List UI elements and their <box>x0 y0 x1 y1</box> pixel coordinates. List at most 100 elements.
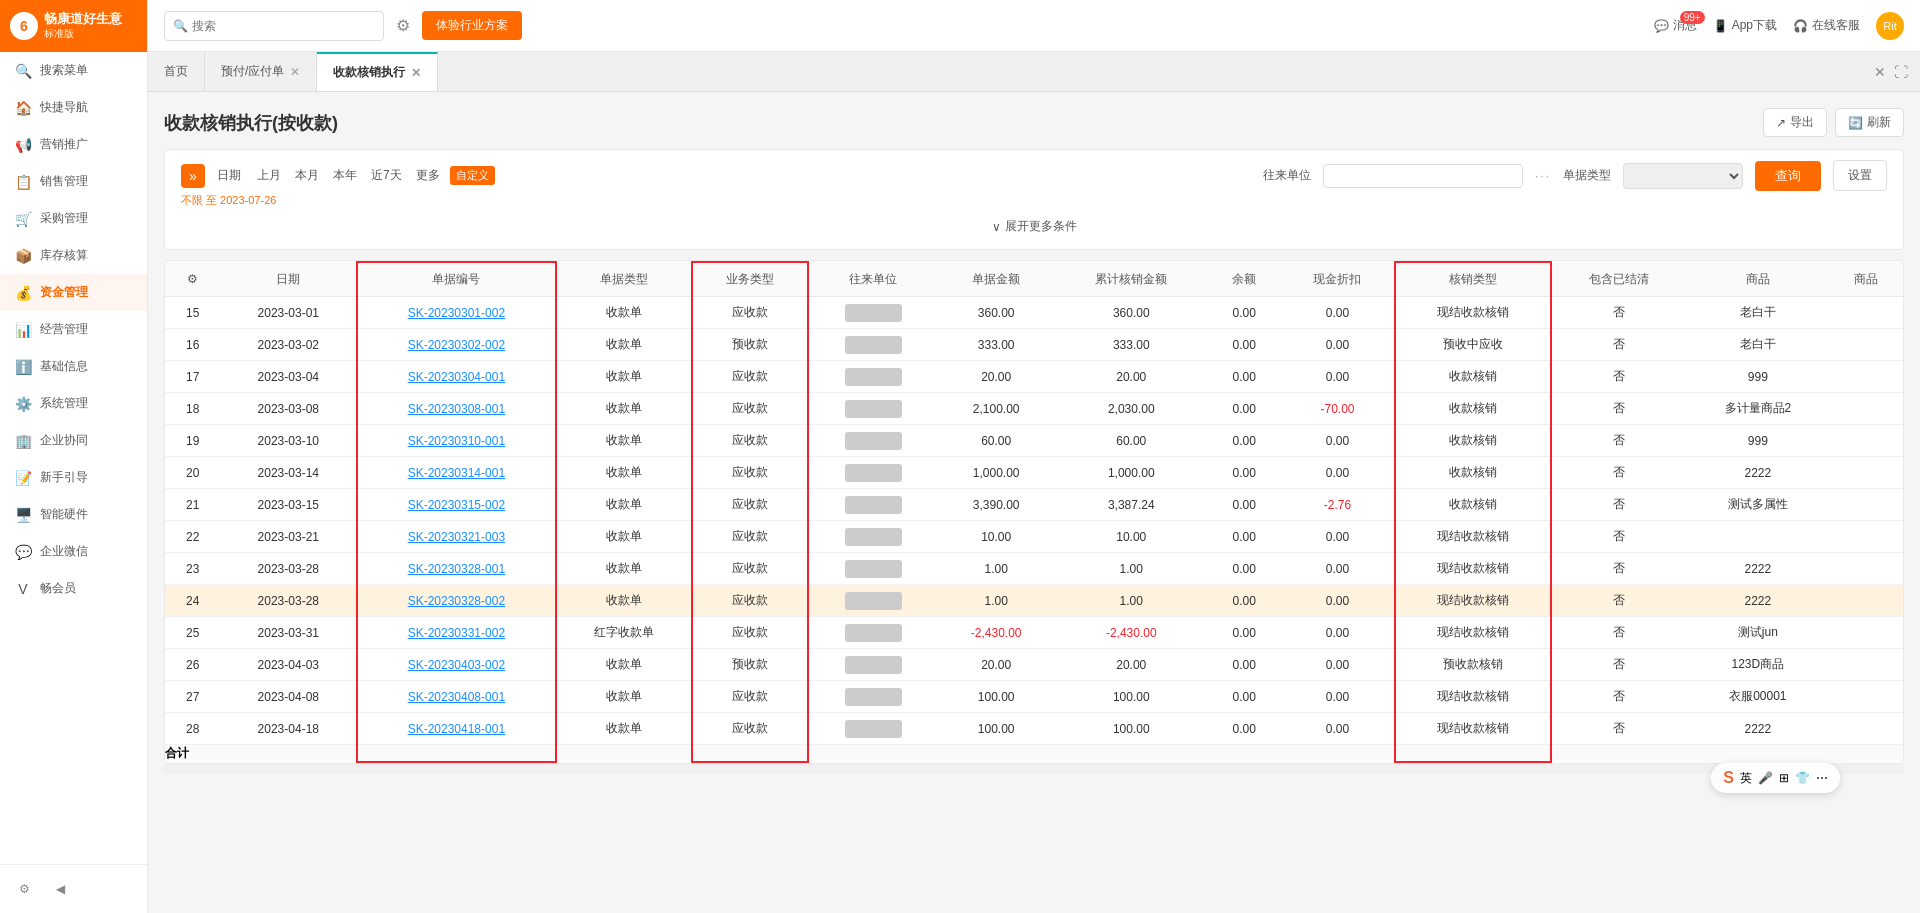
cell-doc-no[interactable]: SK-20230315-002 <box>357 489 555 521</box>
cell-doc-type: 收款单 <box>556 649 692 681</box>
cell-doc-no[interactable]: SK-20230301-002 <box>357 297 555 329</box>
cell-doc-no[interactable]: SK-20230418-001 <box>357 713 555 745</box>
tab-home[interactable]: 首页 <box>148 52 205 91</box>
date-last-month[interactable]: 上月 <box>253 165 285 186</box>
app-download-btn[interactable]: 📱 App下载 <box>1713 17 1777 34</box>
sidebar-item-basic[interactable]: ℹ️ 基础信息 <box>0 348 147 385</box>
sidebar-item-search[interactable]: 🔍 搜索菜单 <box>0 52 147 89</box>
cell-doc-no[interactable]: SK-20230310-001 <box>357 425 555 457</box>
cell-doc-no[interactable]: SK-20230403-002 <box>357 649 555 681</box>
cell-goods2 <box>1830 361 1903 393</box>
export-button[interactable]: ↗ 导出 <box>1763 108 1827 137</box>
col-doc-type[interactable]: 单据类型 <box>556 262 692 297</box>
table-row: 242023-03-28SK-20230328-002收款单应收款██1.001… <box>165 585 1903 617</box>
date-7days[interactable]: 近7天 <box>367 165 406 186</box>
sidebar-collapse-btn[interactable]: ◀ <box>46 875 74 903</box>
refresh-icon: 🔄 <box>1848 116 1863 130</box>
col-date[interactable]: 日期 <box>220 262 357 297</box>
sidebar-item-system[interactable]: ⚙️ 系统管理 <box>0 385 147 422</box>
tab-verify[interactable]: 收款核销执行 ✕ <box>317 52 438 91</box>
col-balance[interactable]: 余额 <box>1208 262 1281 297</box>
topbar-search-box[interactable]: 🔍 <box>164 11 384 41</box>
message-btn[interactable]: 💬 消息 99+ <box>1654 17 1697 34</box>
col-gear[interactable]: ⚙ <box>165 262 220 297</box>
col-doc-no[interactable]: 单据编号 <box>357 262 555 297</box>
topbar: 🔍 ⚙ 体验行业方案 💬 消息 99+ 📱 App下载 🎧 在线客服 Rit <box>148 0 1920 52</box>
date-this-year[interactable]: 本年 <box>329 165 361 186</box>
sidebar-item-wechat[interactable]: 💬 企业微信 <box>0 533 147 570</box>
finance-icon: 💰 <box>14 285 32 301</box>
col-amount[interactable]: 单据金额 <box>937 262 1054 297</box>
date-custom-btn[interactable]: 自定义 <box>450 166 495 185</box>
doc-no-link[interactable]: SK-20230321-003 <box>408 530 505 544</box>
cell-doc-no[interactable]: SK-20230314-001 <box>357 457 555 489</box>
cell-doc-no[interactable]: SK-20230321-003 <box>357 521 555 553</box>
col-partner[interactable]: 往来单位 <box>808 262 938 297</box>
doc-no-link[interactable]: SK-20230403-002 <box>408 658 505 672</box>
sidebar-item-hardware[interactable]: 🖥️ 智能硬件 <box>0 496 147 533</box>
scrollbar[interactable] <box>164 764 1904 774</box>
col-include-settled[interactable]: 包含已结清 <box>1551 262 1686 297</box>
cell-date: 2023-03-28 <box>220 585 357 617</box>
expand-conditions-btn[interactable]: ∨ 展开更多条件 <box>992 214 1077 239</box>
search-input[interactable] <box>192 19 375 33</box>
tab-close-btn[interactable]: ✕ <box>1874 64 1886 80</box>
sidebar-settings-btn[interactable]: ⚙ <box>10 875 38 903</box>
doc-no-link[interactable]: SK-20230302-002 <box>408 338 505 352</box>
partner-input[interactable] <box>1323 164 1523 188</box>
settings-icon[interactable]: ⚙ <box>396 16 410 35</box>
col-cumulative[interactable]: 累计核销金额 <box>1055 262 1208 297</box>
cell-doc-no[interactable]: SK-20230328-002 <box>357 585 555 617</box>
sidebar-item-member[interactable]: V 畅会员 <box>0 570 147 607</box>
doc-no-link[interactable]: SK-20230418-001 <box>408 722 505 736</box>
solution-button[interactable]: 体验行业方案 <box>422 11 522 40</box>
col-goods[interactable]: 商品 <box>1686 262 1830 297</box>
doc-type-select[interactable] <box>1623 163 1743 189</box>
sidebar-item-marketing[interactable]: 📢 营销推广 <box>0 126 147 163</box>
doc-no-link[interactable]: SK-20230328-001 <box>408 562 505 576</box>
col-biz-type[interactable]: 业务类型 <box>692 262 808 297</box>
col-discount[interactable]: 现金折扣 <box>1281 262 1396 297</box>
cell-doc-no[interactable]: SK-20230328-001 <box>357 553 555 585</box>
cell-doc-no[interactable]: SK-20230408-001 <box>357 681 555 713</box>
doc-no-link[interactable]: SK-20230304-001 <box>408 370 505 384</box>
settings-button[interactable]: 设置 <box>1833 160 1887 191</box>
footer-cumulative <box>1055 745 1208 763</box>
sidebar-item-operation[interactable]: 📊 经营管理 <box>0 311 147 348</box>
cell-doc-no[interactable]: SK-20230302-002 <box>357 329 555 361</box>
tab-verify-close[interactable]: ✕ <box>411 66 421 80</box>
sidebar-item-sales[interactable]: 📋 销售管理 <box>0 163 147 200</box>
date-this-month[interactable]: 本月 <box>291 165 323 186</box>
doc-no-link[interactable]: SK-20230328-002 <box>408 594 505 608</box>
doc-no-link[interactable]: SK-20230310-001 <box>408 434 505 448</box>
cell-goods: 123D商品 <box>1686 649 1830 681</box>
cell-doc-no[interactable]: SK-20230304-001 <box>357 361 555 393</box>
date-more[interactable]: 更多 <box>412 165 444 186</box>
sidebar-item-finance[interactable]: 💰 资金管理 <box>0 274 147 311</box>
doc-no-link[interactable]: SK-20230408-001 <box>408 690 505 704</box>
sidebar-item-inventory[interactable]: 📦 库存核算 <box>0 237 147 274</box>
sidebar-item-purchase[interactable]: 🛒 采购管理 <box>0 200 147 237</box>
cell-doc-no[interactable]: SK-20230308-001 <box>357 393 555 425</box>
cell-include-settled: 否 <box>1551 649 1686 681</box>
page-body: 收款核销执行(按收款) ↗ 导出 🔄 刷新 » 日期 上月 本月 <box>148 92 1920 913</box>
doc-no-link[interactable]: SK-20230314-001 <box>408 466 505 480</box>
col-verify-type[interactable]: 核销类型 <box>1395 262 1551 297</box>
filter-toggle-btn[interactable]: » <box>181 164 205 188</box>
service-btn[interactable]: 🎧 在线客服 <box>1793 17 1860 34</box>
tab-prepay[interactable]: 预付/应付单 ✕ <box>205 52 317 91</box>
doc-no-link[interactable]: SK-20230308-001 <box>408 402 505 416</box>
col-goods2[interactable]: 商品 <box>1830 262 1903 297</box>
doc-no-link[interactable]: SK-20230301-002 <box>408 306 505 320</box>
sidebar-item-guide[interactable]: 📝 新手引导 <box>0 459 147 496</box>
doc-no-link[interactable]: SK-20230331-002 <box>408 626 505 640</box>
sidebar-item-corp[interactable]: 🏢 企业协同 <box>0 422 147 459</box>
doc-no-link[interactable]: SK-20230315-002 <box>408 498 505 512</box>
cell-doc-no[interactable]: SK-20230331-002 <box>357 617 555 649</box>
avatar[interactable]: Rit <box>1876 12 1904 40</box>
tab-expand-btn[interactable]: ⛶ <box>1894 64 1908 80</box>
tab-prepay-close[interactable]: ✕ <box>290 65 300 79</box>
sidebar-item-quicknav[interactable]: 🏠 快捷导航 <box>0 89 147 126</box>
query-button[interactable]: 查询 <box>1755 161 1821 191</box>
refresh-button[interactable]: 🔄 刷新 <box>1835 108 1904 137</box>
